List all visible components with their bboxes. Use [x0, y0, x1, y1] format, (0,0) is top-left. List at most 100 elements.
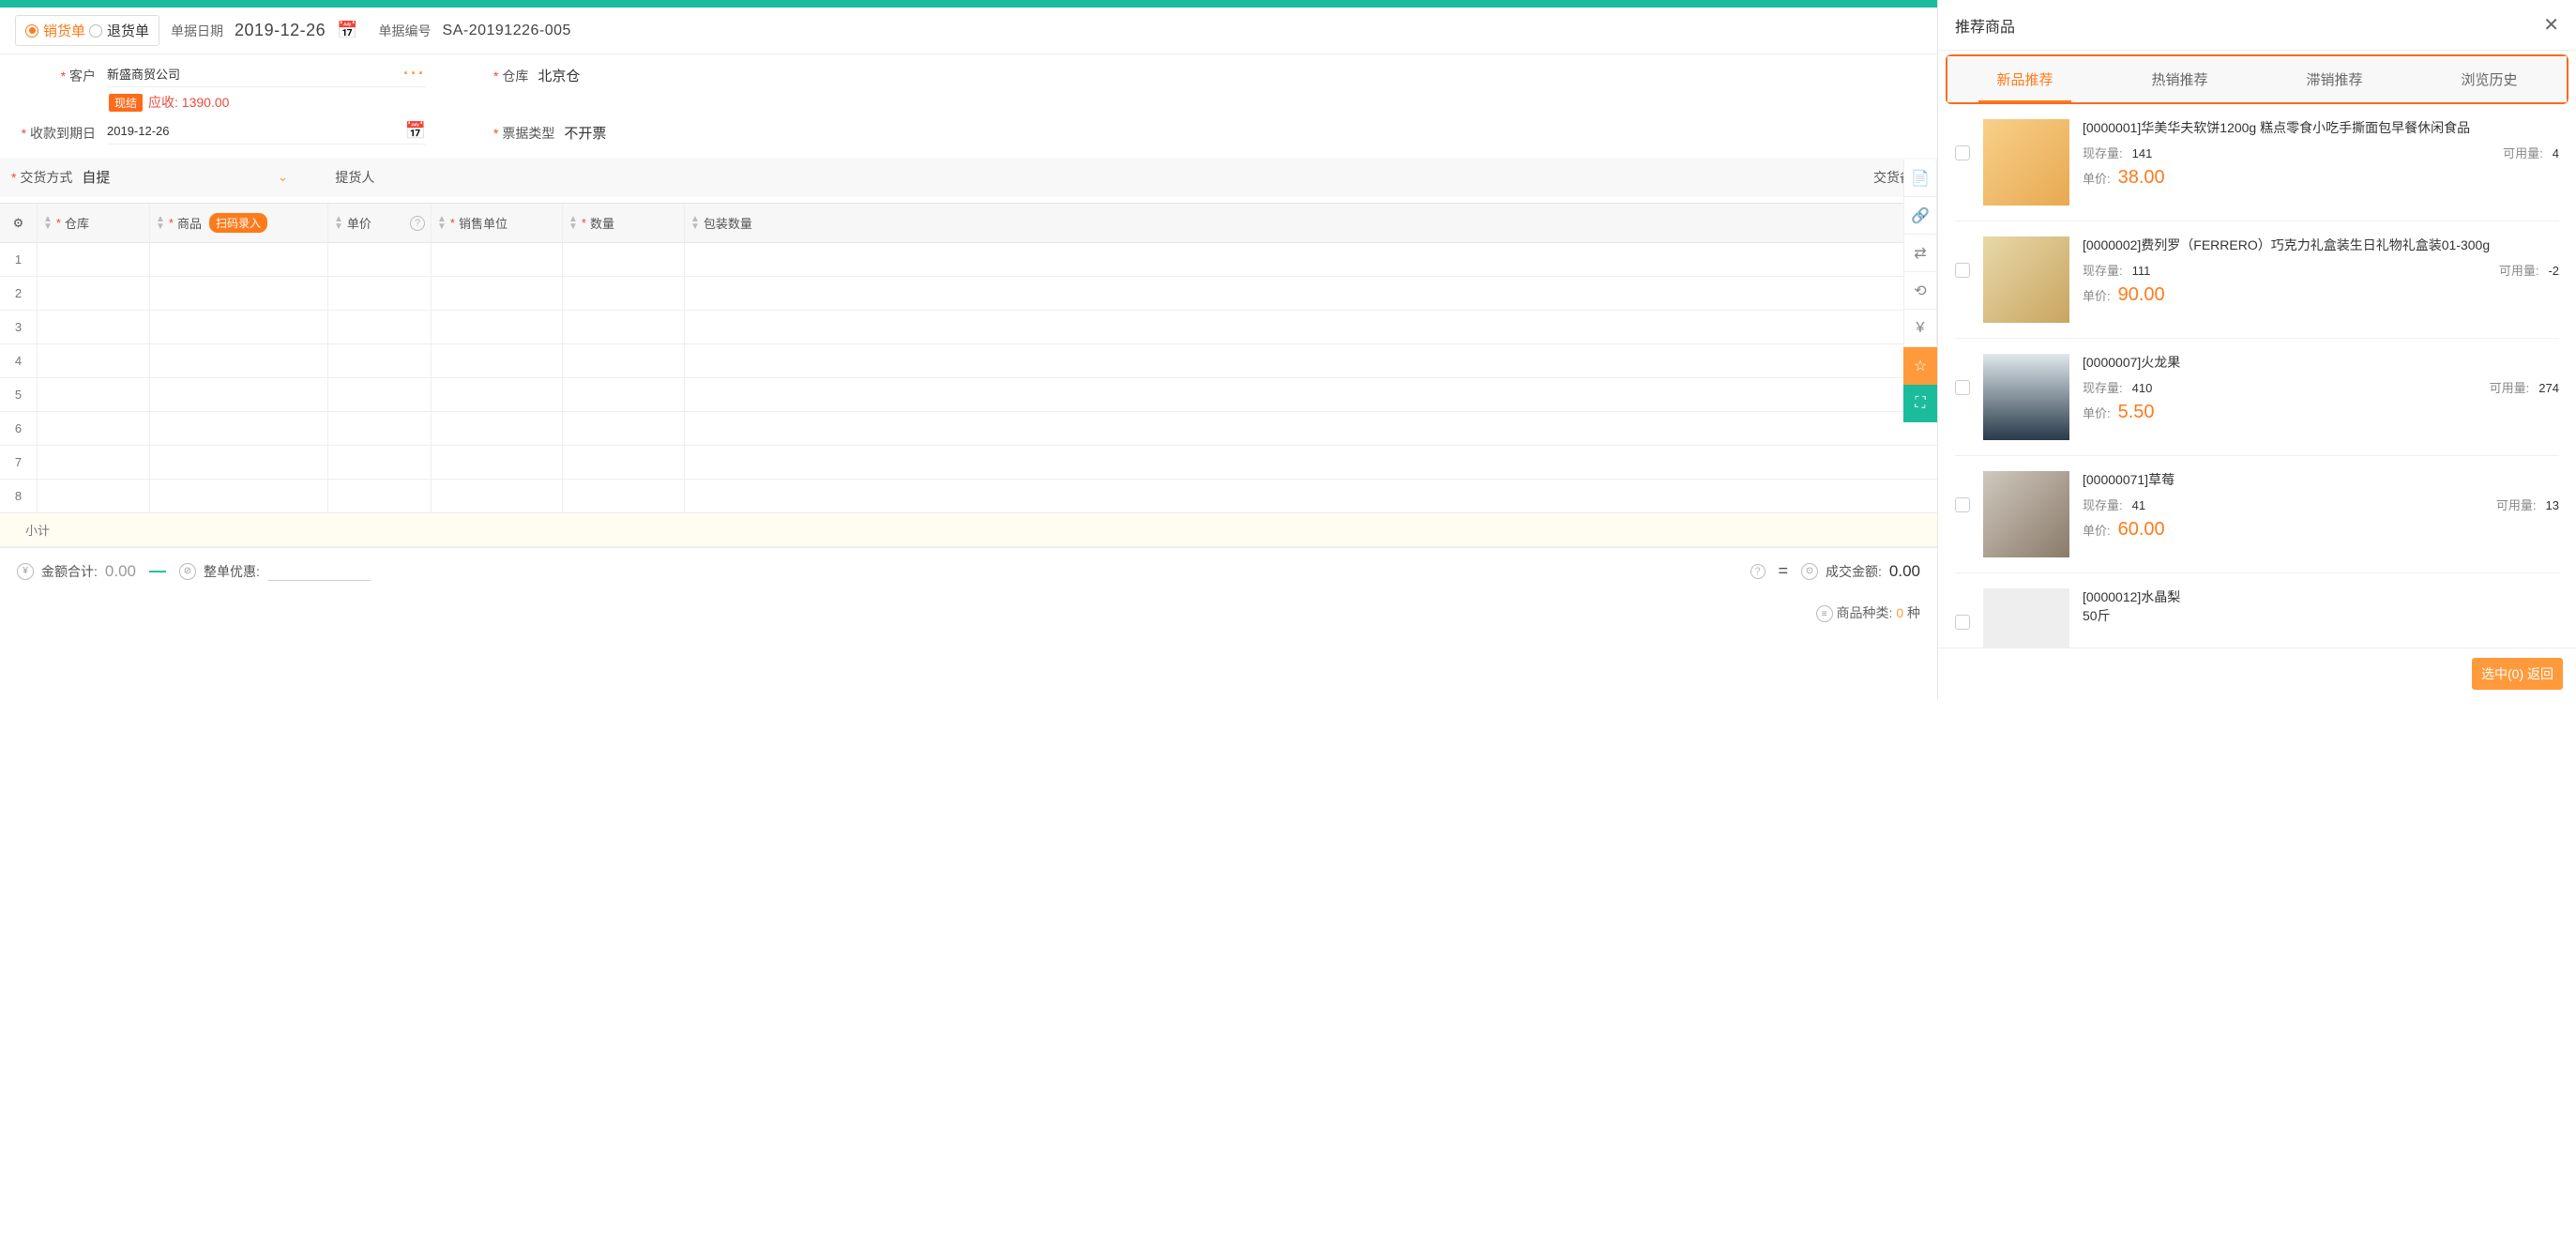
cell-unit[interactable]: [432, 243, 563, 276]
product-thumb: [1983, 471, 2069, 557]
cell-unit[interactable]: [432, 311, 563, 343]
tab-hot[interactable]: 热销推荐: [2102, 56, 2257, 102]
cell-pack[interactable]: [685, 243, 797, 276]
cell-unit[interactable]: [432, 446, 563, 479]
tab-return-order[interactable]: 退货单: [89, 21, 149, 40]
warehouse-value[interactable]: 北京仓: [538, 66, 580, 85]
order-type-group: 销货单 退货单: [15, 15, 159, 46]
cell-qty[interactable]: [563, 412, 685, 445]
cell-unit[interactable]: [432, 277, 563, 310]
cell-price[interactable]: [328, 277, 432, 310]
col-price[interactable]: ▲▼单价?: [328, 204, 432, 242]
cell-product[interactable]: [150, 344, 328, 377]
col-pack[interactable]: ▲▼包装数量: [685, 204, 797, 242]
price-label: 单价:: [2083, 524, 2111, 538]
cell-pack[interactable]: [685, 378, 797, 411]
cell-unit[interactable]: [432, 412, 563, 445]
customer-field[interactable]: 新盛商贸公司 ···: [107, 64, 426, 87]
gear-column[interactable]: ⚙: [0, 204, 38, 242]
product-checkbox[interactable]: [1955, 615, 1970, 630]
note-icon[interactable]: 📄: [1903, 160, 1937, 197]
cell-pack[interactable]: [685, 412, 797, 445]
tab-new[interactable]: 新品推荐: [1947, 56, 2102, 102]
cell-warehouse[interactable]: [38, 311, 150, 343]
product-checkbox[interactable]: [1955, 263, 1970, 278]
table-row[interactable]: 5: [0, 378, 1937, 412]
close-icon[interactable]: ✕: [2543, 13, 2559, 37]
product-checkbox[interactable]: [1955, 497, 1970, 512]
table-row[interactable]: 4: [0, 344, 1937, 378]
cell-qty[interactable]: [563, 311, 685, 343]
product-list[interactable]: [0000001]华美华夫软饼1200g 糕点零食小吃手撕面包早餐休闲食品现存量…: [1938, 104, 2576, 648]
table-row[interactable]: 6: [0, 412, 1937, 446]
cell-warehouse[interactable]: [38, 378, 150, 411]
cell-warehouse[interactable]: [38, 480, 150, 512]
cell-qty[interactable]: [563, 243, 685, 276]
cell-warehouse[interactable]: [38, 344, 150, 377]
doc-date-value[interactable]: 2019-12-26: [235, 21, 326, 40]
cell-unit[interactable]: [432, 480, 563, 512]
star-icon[interactable]: ☆: [1903, 347, 1937, 385]
cell-pack[interactable]: [685, 446, 797, 479]
tab-slow[interactable]: 滞销推荐: [2257, 56, 2412, 102]
cell-qty[interactable]: [563, 378, 685, 411]
cell-product[interactable]: [150, 480, 328, 512]
calendar-icon[interactable]: 📅: [337, 21, 357, 40]
table-row[interactable]: 1: [0, 243, 1937, 277]
col-product[interactable]: ▲▼*商品扫码录入: [150, 204, 328, 242]
cell-price[interactable]: [328, 412, 432, 445]
cell-pack[interactable]: [685, 344, 797, 377]
cell-pack[interactable]: [685, 277, 797, 310]
cell-warehouse[interactable]: [38, 446, 150, 479]
cell-pack[interactable]: [685, 311, 797, 343]
due-date-field[interactable]: 2019-12-26 📅: [107, 121, 426, 145]
cell-qty[interactable]: [563, 480, 685, 512]
table-row[interactable]: 2: [0, 277, 1937, 311]
help-icon[interactable]: ?: [410, 216, 425, 231]
scan-badge[interactable]: 扫码录入: [209, 213, 267, 233]
select-return-button[interactable]: 选中(0) 返回: [2472, 658, 2563, 690]
col-qty[interactable]: ▲▼*数量: [563, 204, 685, 242]
invoice-type-value[interactable]: 不开票: [564, 123, 606, 143]
product-checkbox[interactable]: [1955, 380, 1970, 395]
col-warehouse[interactable]: ▲▼*仓库: [38, 204, 150, 242]
cell-unit[interactable]: [432, 344, 563, 377]
cell-product[interactable]: [150, 277, 328, 310]
cell-product[interactable]: [150, 378, 328, 411]
cell-qty[interactable]: [563, 277, 685, 310]
cell-price[interactable]: [328, 311, 432, 343]
table-row[interactable]: 8: [0, 480, 1937, 513]
ellipsis-icon[interactable]: ···: [403, 64, 426, 84]
discount-input[interactable]: [267, 561, 371, 581]
cell-warehouse[interactable]: [38, 243, 150, 276]
table-row[interactable]: 3: [0, 311, 1937, 344]
cell-price[interactable]: [328, 446, 432, 479]
cell-price[interactable]: [328, 480, 432, 512]
refresh-icon[interactable]: ⟲: [1903, 272, 1937, 310]
cell-qty[interactable]: [563, 344, 685, 377]
tab-sales-order[interactable]: 销货单: [25, 21, 85, 40]
cell-unit[interactable]: [432, 378, 563, 411]
help-icon[interactable]: ?: [1750, 564, 1765, 579]
product-checkbox[interactable]: [1955, 145, 1970, 160]
cell-warehouse[interactable]: [38, 277, 150, 310]
table-row[interactable]: 7: [0, 446, 1937, 480]
cell-product[interactable]: [150, 243, 328, 276]
expand-icon[interactable]: ⛶: [1903, 385, 1937, 422]
cell-warehouse[interactable]: [38, 412, 150, 445]
cell-product[interactable]: [150, 412, 328, 445]
cell-product[interactable]: [150, 311, 328, 343]
calendar-icon[interactable]: 📅: [405, 121, 426, 141]
cell-qty[interactable]: [563, 446, 685, 479]
cell-pack[interactable]: [685, 480, 797, 512]
swap-icon[interactable]: ⇄: [1903, 235, 1937, 272]
cell-price[interactable]: [328, 378, 432, 411]
col-unit[interactable]: ▲▼*销售单位: [432, 204, 563, 242]
currency-icon[interactable]: ¥: [1903, 310, 1937, 347]
cell-price[interactable]: [328, 243, 432, 276]
cell-product[interactable]: [150, 446, 328, 479]
tab-history[interactable]: 浏览历史: [2412, 56, 2567, 102]
cell-price[interactable]: [328, 344, 432, 377]
delivery-mode-select[interactable]: 自提 ⌄: [82, 167, 288, 188]
link-icon[interactable]: 🔗: [1903, 197, 1937, 235]
